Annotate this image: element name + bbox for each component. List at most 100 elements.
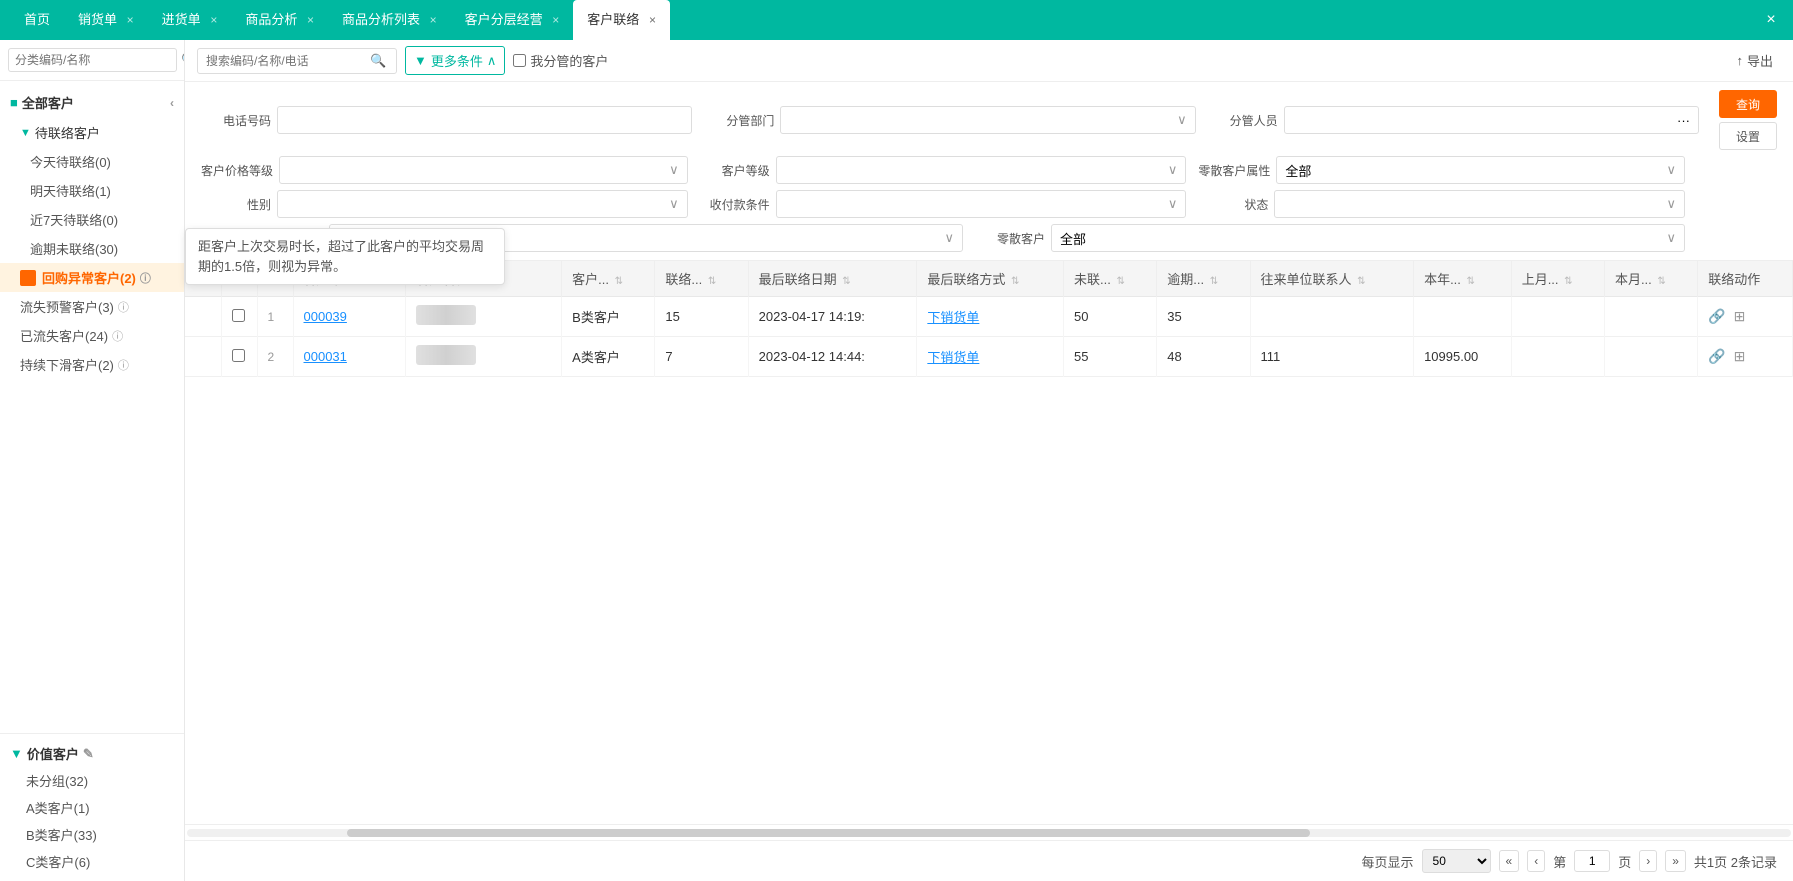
td-last-method-2[interactable]: 下销货单 [917, 337, 1064, 377]
link-icon-1[interactable]: 🔗 [1708, 308, 1725, 325]
my-customer-checkbox[interactable] [513, 54, 526, 67]
my-customer-checkbox-area[interactable]: 我分管的客户 [513, 51, 608, 70]
sidebar-val-b[interactable]: B类客户(33) [10, 821, 174, 848]
td-last-method-1[interactable]: 下销货单 [917, 297, 1064, 337]
content-area: 🔍 ▼ 更多条件 ∧ 我分管的客户 ↑ 导出 电话号码 [185, 40, 1793, 881]
payment-select[interactable]: ∨ [776, 190, 1187, 218]
td-code-2[interactable]: 000031 [293, 337, 406, 377]
main-search-icon[interactable]: 🔍 [370, 53, 386, 69]
sidebar-val-a[interactable]: A类客户(1) [10, 794, 174, 821]
per-page-select[interactable]: 50 100 [1422, 849, 1491, 873]
th-customer-type[interactable]: 客户... ⇅ [562, 261, 655, 297]
sidebar-item-7days[interactable]: 近7天待联络(0) [10, 205, 184, 234]
sidebar-item-lost-pre[interactable]: 流失预警客户(3) ⓘ [0, 292, 184, 321]
td-action-2: 🔗 ⊞ [1698, 337, 1793, 377]
status-select[interactable]: ∨ [1274, 190, 1685, 218]
nav-purchase-order[interactable]: 进货单 × [148, 0, 232, 40]
sidebar-waiting-title[interactable]: ▼ 待联络客户 [10, 118, 184, 147]
th-contact[interactable]: 联络... ⇅ [655, 261, 748, 297]
window-close-button[interactable]: × [1759, 8, 1783, 32]
sidebar-item-abnormal[interactable]: 回购异常客户(2) ⓘ [0, 263, 184, 292]
sidebar-val-ungroup[interactable]: 未分组(32) [10, 767, 174, 794]
row-1-checkbox[interactable] [232, 309, 245, 322]
sidebar-value-section: ▼ 价值客户 ✎ 未分组(32) A类客户(1) B类客户(33) C类客户(6… [0, 733, 184, 881]
nav-product-analysis-list-close[interactable]: × [430, 13, 437, 27]
manager-select[interactable]: ··· [1284, 106, 1699, 134]
phone-input[interactable] [277, 106, 692, 134]
th-unit-contact[interactable]: 往来单位联系人 ⇅ [1250, 261, 1414, 297]
next-page-btn[interactable]: › [1639, 850, 1657, 872]
sidebar-all-customers[interactable]: ■ 全部客户 ‹ [0, 87, 184, 118]
customer-level-select[interactable]: ∨ [776, 156, 1187, 184]
last-page-btn[interactable]: » [1665, 850, 1686, 872]
price-level-select[interactable]: ∨ [279, 156, 688, 184]
link-icon-2[interactable]: 🔗 [1708, 348, 1725, 365]
main-search-input[interactable] [206, 54, 366, 68]
td-rownum-2: 2 [257, 337, 293, 377]
th-last-month[interactable]: 上月... ⇅ [1511, 261, 1604, 297]
nav-product-analysis-close[interactable]: × [307, 13, 314, 27]
sort-icon-no-contact: ⇅ [1116, 276, 1124, 287]
filter-row-3: 性别 ∨ 收付款条件 ∨ 状态 ∨ [201, 190, 1777, 218]
filter-row-2: 客户价格等级 ∨ 客户等级 ∨ 零散客户属性 全部 ∨ [201, 156, 1777, 184]
qr-icon-2[interactable]: ⊞ [1734, 348, 1746, 365]
sidebar-value-header[interactable]: ▼ 价值客户 ✎ [10, 740, 174, 767]
more-conditions-btn[interactable]: ▼ 更多条件 ∧ [405, 46, 505, 75]
manager-more-icon[interactable]: ··· [1677, 113, 1690, 128]
action-icons-2: 🔗 ⊞ [1708, 348, 1782, 365]
sidebar-item-overdue[interactable]: 逾期未联络(30) [10, 234, 184, 263]
chevron-up-icon: ∧ [487, 53, 497, 69]
td-settings-2 [185, 337, 221, 377]
page-number-input[interactable]: 1 [1574, 850, 1610, 872]
nav-customer-contact[interactable]: 客户联络 × [573, 0, 670, 40]
sidebar-item-lost[interactable]: 已流失客户(24) ⓘ [0, 321, 184, 350]
query-button[interactable]: 查询 [1719, 90, 1777, 118]
th-overdue[interactable]: 逾期... ⇅ [1157, 261, 1250, 297]
th-this-month[interactable]: 本月... ⇅ [1604, 261, 1697, 297]
retail-attr-select[interactable]: 全部 ∨ [1276, 156, 1685, 184]
scroll-thumb[interactable] [347, 829, 1309, 837]
qr-icon-1[interactable]: ⊞ [1734, 308, 1746, 325]
department-select[interactable]: ∨ [780, 106, 1195, 134]
cust-level-chev-icon: ∨ [1168, 162, 1178, 178]
horizontal-scrollbar[interactable] [185, 824, 1793, 840]
td-last-month-2 [1511, 337, 1604, 377]
nav-home[interactable]: 首页 [10, 0, 64, 40]
th-last-contact-method[interactable]: 最后联络方式 ⇅ [917, 261, 1064, 297]
nav-product-analysis-list[interactable]: 商品分析列表 × [328, 0, 451, 40]
nav-sales-order-close[interactable]: × [127, 13, 134, 27]
nav-customer-tier-close[interactable]: × [552, 13, 559, 27]
sidebar-val-c[interactable]: C类客户(6) [10, 848, 174, 875]
export-button[interactable]: ↑ 导出 [1728, 47, 1781, 74]
sidebar-item-tomorrow[interactable]: 明天待联络(1) [10, 176, 184, 205]
value-edit-icon[interactable]: ✎ [83, 746, 94, 762]
nav-customer-tier[interactable]: 客户分层经营 × [451, 0, 574, 40]
th-this-year[interactable]: 本年... ⇅ [1414, 261, 1512, 297]
nav-purchase-order-close[interactable]: × [210, 13, 217, 27]
th-last-contact-date[interactable]: 最后联络日期 ⇅ [748, 261, 917, 297]
sidebar-search-input[interactable] [8, 48, 177, 72]
settings-button[interactable]: 设置 [1719, 122, 1777, 150]
declining-info-icon[interactable]: ⓘ [118, 357, 129, 373]
first-page-btn[interactable]: « [1499, 850, 1520, 872]
lost-info-icon[interactable]: ⓘ [112, 328, 123, 344]
row-2-checkbox[interactable] [232, 349, 245, 362]
collapse-right-icon[interactable]: ‹ [170, 96, 174, 110]
nav-product-analysis[interactable]: 商品分析 × [231, 0, 328, 40]
retail-customer-select[interactable]: 全部 ∨ [1051, 224, 1685, 252]
td-last-date-1: 2023-04-17 14:19: [748, 297, 917, 337]
payment-chev-icon: ∨ [1168, 196, 1178, 212]
abnormal-info-icon[interactable]: ⓘ [140, 270, 151, 286]
value-arrow-icon: ▼ [10, 746, 23, 761]
lost-pre-info-icon[interactable]: ⓘ [118, 299, 129, 315]
gender-select[interactable]: ∨ [277, 190, 688, 218]
td-code-1[interactable]: 000039 [293, 297, 406, 337]
sidebar-item-declining[interactable]: 持续下滑客户(2) ⓘ [0, 350, 184, 379]
prev-page-btn[interactable]: ‹ [1527, 850, 1545, 872]
nav-sales-order[interactable]: 销货单 × [64, 0, 148, 40]
th-no-contact[interactable]: 未联... ⇅ [1064, 261, 1157, 297]
sort-icon-year: ⇅ [1467, 276, 1475, 287]
sidebar-item-today[interactable]: 今天待联络(0) [10, 147, 184, 176]
retail-attr-chev-icon: ∨ [1667, 162, 1677, 178]
nav-customer-contact-close[interactable]: × [649, 13, 656, 27]
